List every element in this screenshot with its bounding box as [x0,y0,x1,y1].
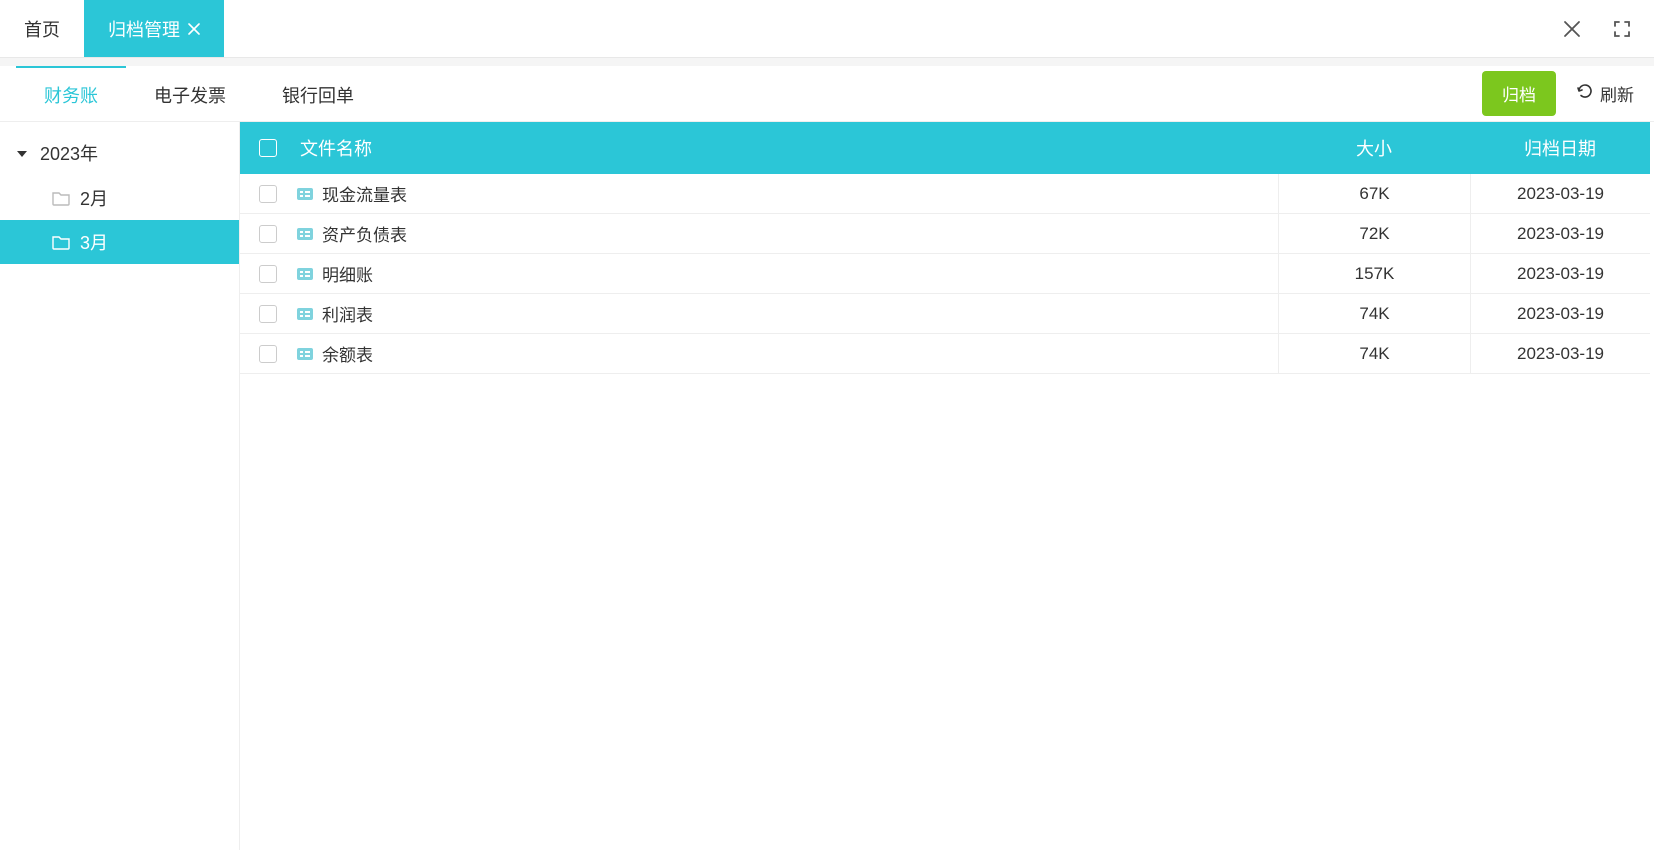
file-icon [296,266,314,282]
refresh-button[interactable]: 刷新 [1576,81,1634,106]
file-icon [296,186,314,202]
close-icon[interactable] [188,23,200,35]
file-icon [296,306,314,322]
tree-year-label: 2023年 [40,140,98,166]
tree-month-1[interactable]: 3月 [0,220,239,264]
file-date: 2023-03-19 [1470,174,1650,213]
tree-year-node[interactable]: 2023年 [0,130,239,176]
file-date: 2023-03-19 [1470,254,1650,293]
caret-down-icon [16,143,30,164]
file-name: 明细账 [322,261,373,286]
file-size: 72K [1278,214,1470,253]
row-checkbox[interactable] [259,305,277,323]
file-name: 现金流量表 [322,181,407,206]
file-icon [296,226,314,242]
row-checkbox[interactable] [259,185,277,203]
file-name: 利润表 [322,301,373,326]
fullscreen-icon[interactable] [1606,13,1638,45]
file-icon [296,346,314,362]
tab-archive-management[interactable]: 归档管理 [84,0,224,57]
col-header-date: 归档日期 [1470,135,1650,161]
row-checkbox[interactable] [259,345,277,363]
table-row[interactable]: 利润表 74K2023-03-19 [240,294,1650,334]
folder-icon [52,190,70,206]
tab-archive-label: 归档管理 [108,16,180,42]
table-row[interactable]: 现金流量表 67K2023-03-19 [240,174,1650,214]
sub-tab-2[interactable]: 银行回单 [254,66,382,121]
file-name: 资产负债表 [322,221,407,246]
table-header: 文件名称 大小 归档日期 [240,122,1650,174]
refresh-icon [1576,82,1594,105]
close-window-icon[interactable] [1556,13,1588,45]
col-header-name: 文件名称 [296,135,1278,161]
tab-home-label: 首页 [24,16,60,42]
folder-tree: 2023年 2月 3月 [0,122,240,850]
file-date: 2023-03-19 [1470,334,1650,373]
file-size: 157K [1278,254,1470,293]
file-table: 文件名称 大小 归档日期 现金流量表67K2023-03-19资产负债表72K2… [240,122,1654,850]
archive-button[interactable]: 归档 [1482,71,1556,116]
folder-icon [52,234,70,250]
file-size: 74K [1278,294,1470,333]
sub-tabs: 财务账电子发票银行回单 [16,66,382,121]
table-row[interactable]: 明细账 157K2023-03-19 [240,254,1650,294]
tree-month-label: 3月 [80,229,108,255]
tab-home[interactable]: 首页 [0,0,84,57]
refresh-label: 刷新 [1600,81,1634,106]
tree-month-label: 2月 [80,185,108,211]
file-date: 2023-03-19 [1470,294,1650,333]
table-row[interactable]: 资产负债表 72K2023-03-19 [240,214,1650,254]
sub-tab-0[interactable]: 财务账 [16,66,126,121]
row-checkbox[interactable] [259,225,277,243]
file-date: 2023-03-19 [1470,214,1650,253]
row-checkbox[interactable] [259,265,277,283]
top-tab-bar: 首页 归档管理 [0,0,1654,58]
file-name: 余额表 [322,341,373,366]
file-size: 67K [1278,174,1470,213]
file-size: 74K [1278,334,1470,373]
tree-month-0[interactable]: 2月 [0,176,239,220]
select-all-checkbox[interactable] [259,139,277,157]
col-header-size: 大小 [1278,135,1470,161]
table-row[interactable]: 余额表 74K2023-03-19 [240,334,1650,374]
sub-header: 财务账电子发票银行回单 归档 刷新 [0,66,1654,122]
sub-tab-1[interactable]: 电子发票 [126,66,254,121]
